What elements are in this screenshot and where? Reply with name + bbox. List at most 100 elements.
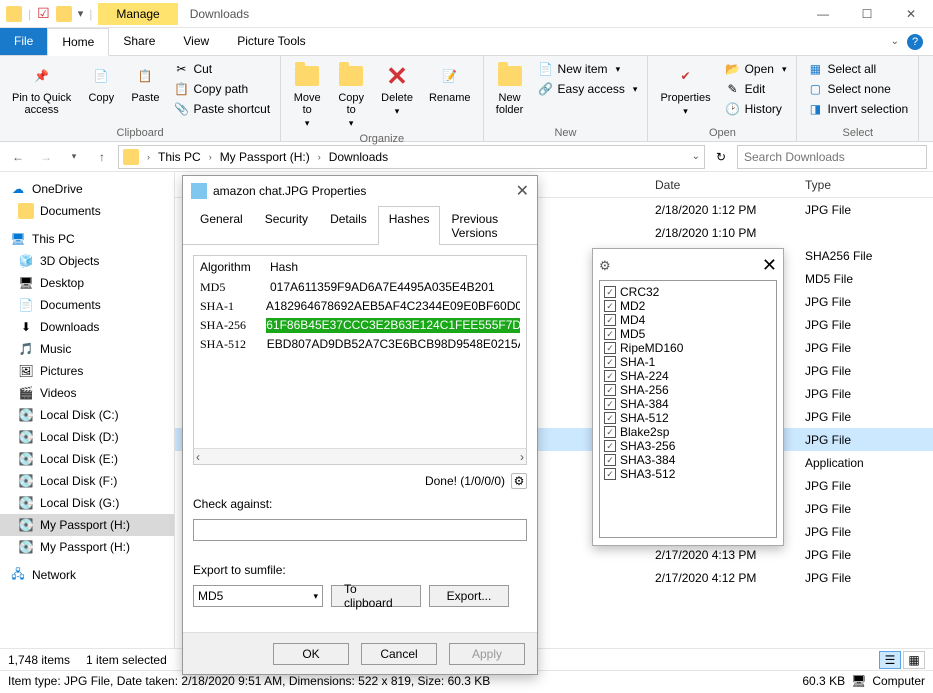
sidebar-item[interactable]: 🎬Videos xyxy=(0,382,174,404)
view-details-button[interactable]: ☰ xyxy=(879,651,901,669)
open-button[interactable]: 📂Open▾ xyxy=(723,60,789,78)
sidebar-this-pc[interactable]: 🖥This PC xyxy=(0,228,174,250)
sidebar-item[interactable]: 💽Local Disk (E:) xyxy=(0,448,174,470)
qat-folder-icon[interactable] xyxy=(56,6,72,22)
pin-button[interactable]: 📌 Pin to Quick access xyxy=(8,60,75,118)
sidebar-item[interactable]: 🎵Music xyxy=(0,338,174,360)
minimize-button[interactable]: — xyxy=(801,0,845,28)
move-to-button[interactable]: Move to ▾ xyxy=(289,60,325,131)
history-button[interactable]: 🕑History xyxy=(723,100,789,118)
up-button[interactable]: ↑ xyxy=(90,145,114,169)
hash-checkbox-item[interactable]: ✓Blake2sp xyxy=(604,425,772,439)
col-date[interactable]: Date xyxy=(655,178,805,192)
breadcrumb-segment[interactable]: My Passport (H:) xyxy=(216,150,314,164)
sidebar-item[interactable]: 🖥Desktop xyxy=(0,272,174,294)
popup-close-button[interactable]: ✕ xyxy=(762,255,777,276)
export-format-select[interactable]: MD5▾ xyxy=(193,585,323,607)
sidebar-onedrive[interactable]: ☁OneDrive xyxy=(0,178,174,200)
copy-to-button[interactable]: Copy to ▾ xyxy=(333,60,369,131)
sidebar-item[interactable]: 💽Local Disk (C:) xyxy=(0,404,174,426)
ribbon-collapse-icon[interactable]: ⌄ xyxy=(891,36,899,47)
paste-button[interactable]: 📋 Paste xyxy=(127,60,163,106)
copy-path-button[interactable]: 📋Copy path xyxy=(171,80,272,98)
refresh-button[interactable]: ↻ xyxy=(709,145,733,169)
dialog-tab[interactable]: Security xyxy=(254,206,319,245)
select-none-button[interactable]: ▢Select none xyxy=(805,80,910,98)
hash-row[interactable]: SHA-512EBD807AD9DB52A7C3E6BCB98D9548E021… xyxy=(194,335,526,354)
sidebar-item[interactable]: 💽Local Disk (G:) xyxy=(0,492,174,514)
hash-checkbox-item[interactable]: ✓CRC32 xyxy=(604,285,772,299)
delete-button[interactable]: ✕ Delete ▾ xyxy=(377,60,417,119)
hash-checkbox-item[interactable]: ✓MD4 xyxy=(604,313,772,327)
hash-row[interactable]: SHA-25661F86B45E37CCC3E2B63E124C1FEE555F… xyxy=(194,316,526,335)
sidebar-item[interactable]: ⬇Downloads xyxy=(0,316,174,338)
sidebar-item[interactable]: 🖼Pictures xyxy=(0,360,174,382)
horizontal-scrollbar[interactable]: ‹› xyxy=(194,448,526,464)
export-button[interactable]: Export... xyxy=(429,585,509,607)
hash-checkbox-item[interactable]: ✓SHA-384 xyxy=(604,397,772,411)
hash-checkbox-item[interactable]: ✓SHA3-256 xyxy=(604,439,772,453)
dialog-tab[interactable]: Previous Versions xyxy=(440,206,531,245)
sidebar-item[interactable]: 💽Local Disk (D:) xyxy=(0,426,174,448)
hash-checkbox-item[interactable]: ✓SHA3-512 xyxy=(604,467,772,481)
qat-check-icon[interactable]: ☑ xyxy=(37,5,50,22)
hash-row[interactable]: SHA-1A182964678692AEB5AF4C2344E09E0BF60D… xyxy=(194,297,526,316)
help-icon[interactable]: ? xyxy=(907,34,923,50)
hash-checkbox-item[interactable]: ✓MD2 xyxy=(604,299,772,313)
dialog-tab[interactable]: General xyxy=(189,206,254,245)
settings-gear-button[interactable]: ⚙ xyxy=(511,473,527,489)
tab-picture-tools[interactable]: Picture Tools xyxy=(223,28,319,55)
hash-checkbox-item[interactable]: ✓SHA-1 xyxy=(604,355,772,369)
properties-button[interactable]: ✔ Properties ▾ xyxy=(656,60,714,119)
breadcrumb-segment[interactable]: Downloads xyxy=(325,150,392,164)
to-clipboard-button[interactable]: To clipboard xyxy=(331,585,421,607)
sidebar-item[interactable]: 💽Local Disk (F:) xyxy=(0,470,174,492)
edit-button[interactable]: ✎Edit xyxy=(723,80,789,98)
copy-button[interactable]: 📄 Copy xyxy=(83,60,119,106)
cut-button[interactable]: ✂Cut xyxy=(171,60,272,78)
hash-checkbox-item[interactable]: ✓RipeMD160 xyxy=(604,341,772,355)
dialog-close-button[interactable]: ✕ xyxy=(516,181,529,201)
context-tab[interactable]: Manage xyxy=(98,3,177,25)
qat-dropdown[interactable]: ▾ xyxy=(78,7,84,20)
hash-checkbox-item[interactable]: ✓SHA-512 xyxy=(604,411,772,425)
apply-button[interactable]: Apply xyxy=(449,643,525,665)
cancel-button[interactable]: Cancel xyxy=(361,643,437,665)
dialog-tab[interactable]: Details xyxy=(319,206,378,245)
col-hash[interactable]: Hash xyxy=(270,260,298,274)
sidebar-item[interactable]: 🧊3D Objects xyxy=(0,250,174,272)
paste-shortcut-button[interactable]: 📎Paste shortcut xyxy=(171,100,272,118)
rename-button[interactable]: 📝 Rename xyxy=(425,60,475,106)
maximize-button[interactable]: ☐ xyxy=(845,0,889,28)
popup-gear-icon[interactable]: ⚙ xyxy=(599,258,611,274)
hash-checkbox-item[interactable]: ✓MD5 xyxy=(604,327,772,341)
ok-button[interactable]: OK xyxy=(273,643,349,665)
col-algorithm[interactable]: Algorithm xyxy=(200,260,270,274)
dialog-tab[interactable]: Hashes xyxy=(378,206,441,245)
sidebar-item[interactable]: 💽My Passport (H:) xyxy=(0,514,174,536)
select-all-button[interactable]: ▦Select all xyxy=(805,60,910,78)
hash-checkbox-item[interactable]: ✓SHA-224 xyxy=(604,369,772,383)
close-button[interactable]: ✕ xyxy=(889,0,933,28)
col-type[interactable]: Type xyxy=(805,178,905,192)
view-icons-button[interactable]: ▦ xyxy=(903,651,925,669)
sidebar-item[interactable]: 💽My Passport (H:) xyxy=(0,536,174,558)
tab-file[interactable]: File xyxy=(0,28,47,55)
breadcrumb[interactable]: › This PC › My Passport (H:) › Downloads… xyxy=(118,145,705,169)
invert-selection-button[interactable]: ◨Invert selection xyxy=(805,100,910,118)
hash-checkbox-item[interactable]: ✓SHA-256 xyxy=(604,383,772,397)
hash-row[interactable]: MD5017A611359F9AD6A7E4495A035E4B201 xyxy=(194,278,526,297)
sidebar-documents[interactable]: Documents xyxy=(0,200,174,222)
tab-view[interactable]: View xyxy=(169,28,223,55)
hash-checkbox-item[interactable]: ✓SHA3-384 xyxy=(604,453,772,467)
sidebar-item[interactable]: 📄Documents xyxy=(0,294,174,316)
search-input[interactable] xyxy=(737,145,927,169)
recent-button[interactable]: ▾ xyxy=(62,145,86,169)
easy-access-button[interactable]: 🔗Easy access▾ xyxy=(536,80,640,98)
back-button[interactable]: ← xyxy=(6,145,30,169)
breadcrumb-segment[interactable]: This PC xyxy=(154,150,205,164)
new-item-button[interactable]: 📄New item▾ xyxy=(536,60,640,78)
tab-share[interactable]: Share xyxy=(109,28,169,55)
tab-home[interactable]: Home xyxy=(47,28,109,56)
check-against-input[interactable] xyxy=(193,519,527,541)
